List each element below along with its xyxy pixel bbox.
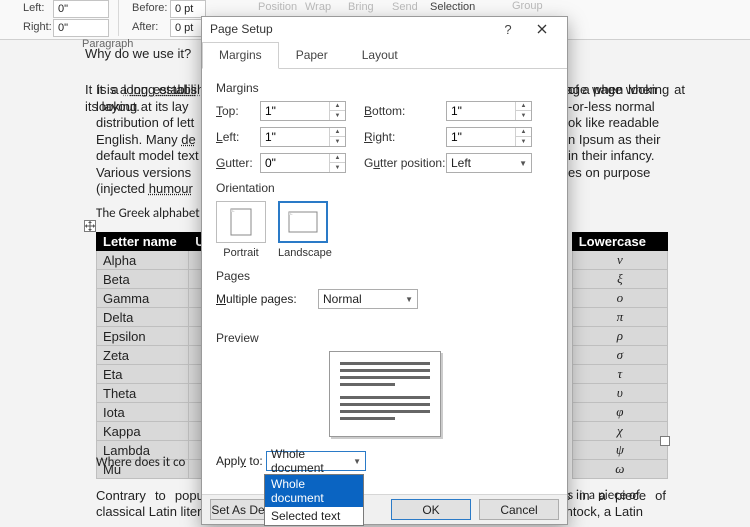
- label-top: op:: [222, 104, 239, 118]
- cell-letter-name: Zeta: [97, 346, 189, 365]
- apply-to-combo[interactable]: Whole document▼: [266, 451, 366, 471]
- ribbon-frag-wrap: Wrap: [305, 1, 331, 13]
- cell-lower: ο: [572, 289, 667, 308]
- apply-to-dropdown[interactable]: Whole document Selected text: [264, 474, 364, 526]
- table-move-handle[interactable]: [84, 220, 96, 232]
- gutter-input[interactable]: [261, 156, 329, 170]
- page-setup-dialog: Page Setup ? Margins Paper Layout Margin…: [201, 16, 568, 525]
- cell-lower: ξ: [572, 270, 667, 289]
- cell-lower: ν: [572, 251, 667, 270]
- cell-letter-name: Alpha: [97, 251, 189, 270]
- orientation-landscape[interactable]: Landscape: [278, 201, 328, 259]
- indent-left-label: Left:: [23, 2, 44, 14]
- spin-up-icon[interactable]: ▲: [330, 102, 345, 111]
- cell-letter-name: Beta: [97, 270, 189, 289]
- tab-paper[interactable]: Paper: [279, 42, 345, 69]
- group-orientation: Orientation: [216, 181, 553, 195]
- ribbon-frag-selection: Selection: [430, 1, 475, 13]
- th-lower: Lowercase: [572, 233, 667, 251]
- spin-down-icon[interactable]: ▼: [330, 111, 345, 120]
- help-button[interactable]: ?: [491, 17, 525, 41]
- landscape-icon: [288, 211, 318, 233]
- th-letter: Letter name: [97, 233, 189, 251]
- tab-margins[interactable]: Margins: [202, 42, 279, 69]
- group-pages: Pages: [216, 269, 553, 283]
- dialog-titlebar[interactable]: Page Setup ?: [202, 17, 567, 41]
- indent-right-label: Right:: [23, 21, 52, 33]
- tab-layout[interactable]: Layout: [345, 42, 415, 69]
- indent-left-input[interactable]: 0": [53, 0, 109, 18]
- cell-lower: ω: [572, 460, 667, 479]
- margins-pane: Margins Top: ▲▼ Bottom: ▲▼ Left: ▲▼ Righ…: [202, 69, 567, 481]
- close-icon: [537, 24, 547, 34]
- cell-lower: π: [572, 308, 667, 327]
- ribbon-frag-send: Send: [392, 1, 418, 13]
- ribbon-frag-group: Group: [512, 0, 543, 12]
- cell-lower: ψ: [572, 441, 667, 460]
- multiple-pages-combo[interactable]: Normal▼: [318, 289, 418, 309]
- cell-letter-name: Gamma: [97, 289, 189, 308]
- indent-right-input[interactable]: 0": [53, 19, 109, 37]
- dialog-tabs: Margins Paper Layout: [202, 41, 567, 69]
- dropdown-item-selected-text[interactable]: Selected text: [265, 507, 363, 525]
- ribbon-frag-position: Position: [258, 1, 297, 13]
- bottom-spinner[interactable]: ▲▼: [446, 101, 532, 121]
- cell-lower: υ: [572, 384, 667, 403]
- cell-lower: σ: [572, 346, 667, 365]
- chevron-down-icon: ▼: [353, 457, 361, 466]
- cell-letter-name: Delta: [97, 308, 189, 327]
- preview-box: [329, 351, 441, 437]
- separator: [118, 0, 119, 36]
- cell-letter-name: Kappa: [97, 422, 189, 441]
- dialog-footer: Set As Defa OK Cancel: [202, 494, 567, 524]
- left-input[interactable]: [261, 130, 329, 144]
- spacing-after-label: After:: [132, 21, 158, 33]
- gutter-position-combo[interactable]: Left▼: [446, 153, 532, 173]
- group-margins: Margins: [216, 81, 553, 95]
- cell-lower: φ: [572, 403, 667, 422]
- bottom-input[interactable]: [447, 104, 515, 118]
- cell-lower: ρ: [572, 327, 667, 346]
- close-button[interactable]: [525, 17, 559, 41]
- chevron-down-icon: ▼: [405, 295, 413, 304]
- chevron-down-icon: ▼: [519, 159, 527, 168]
- right-spinner[interactable]: ▲▼: [446, 127, 532, 147]
- left-spinner[interactable]: ▲▼: [260, 127, 346, 147]
- cell-letter-name: Theta: [97, 384, 189, 403]
- doc-subheading: The Greek alphabet: [96, 206, 200, 221]
- cell-lower: χ: [572, 422, 667, 441]
- ribbon-frag-bring: Bring: [348, 1, 374, 13]
- top-spinner[interactable]: ▲▼: [260, 101, 346, 121]
- doc-paragraph-right: of a page when -or-less normal ok like r…: [568, 82, 668, 181]
- cell-letter-name: Epsilon: [97, 327, 189, 346]
- group-preview: Preview: [216, 331, 553, 345]
- cancel-button[interactable]: Cancel: [479, 499, 559, 520]
- cell-letter-name: Iota: [97, 403, 189, 422]
- dropdown-item-whole-document[interactable]: Whole document: [265, 475, 363, 507]
- doc-contrary-right: s in a piece of: [568, 488, 666, 503]
- spacing-before-label: Before:: [132, 2, 167, 14]
- dialog-title: Page Setup: [210, 22, 491, 36]
- gutter-spinner[interactable]: ▲▼: [260, 153, 346, 173]
- doc-paragraph-left: It is a long establi looking at its lay …: [96, 82, 204, 198]
- doc-where-heading: Where does it co: [96, 455, 185, 470]
- portrait-icon: [230, 208, 252, 236]
- ok-button[interactable]: OK: [391, 499, 471, 520]
- table-resize-handle[interactable]: [660, 436, 670, 446]
- right-input[interactable]: [447, 130, 515, 144]
- top-input[interactable]: [261, 104, 329, 118]
- cell-letter-name: Eta: [97, 365, 189, 384]
- cell-lower: τ: [572, 365, 667, 384]
- orientation-portrait[interactable]: Portrait: [216, 201, 266, 259]
